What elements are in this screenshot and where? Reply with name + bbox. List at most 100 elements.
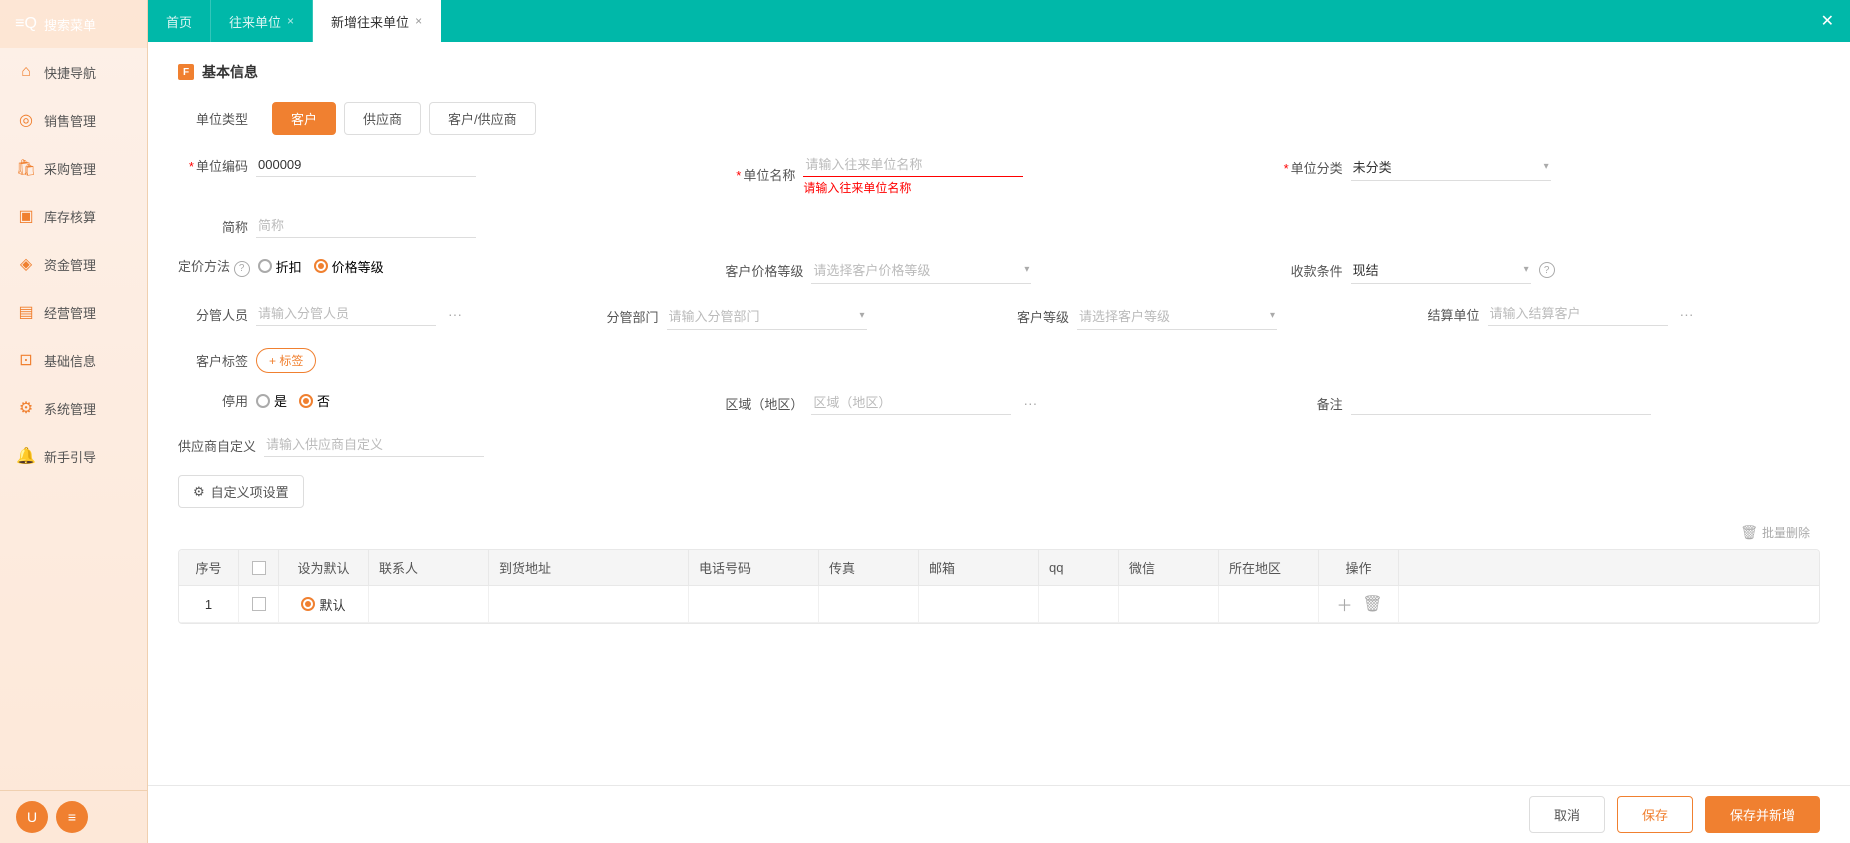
- sidebar: ≡Q 搜索菜单 ⌂ 快捷导航 ◎ 销售管理 🛍 采购管理 ▣ 库存核算 ◈ 资金…: [0, 0, 148, 843]
- custom-settings-button[interactable]: ⚙ 自定义项设置: [178, 475, 304, 508]
- tab-new-partner-close[interactable]: ×: [415, 14, 422, 28]
- tab-home[interactable]: 首页: [148, 0, 211, 42]
- row-region-input[interactable]: [1229, 597, 1308, 612]
- sidebar-item-label: 基础信息: [44, 351, 96, 370]
- tab-partners-label: 往来单位: [229, 12, 281, 31]
- sidebar-item-label: 新手引导: [44, 447, 96, 466]
- delete-row-icon[interactable]: 🗑: [1363, 594, 1383, 614]
- customer-level-select[interactable]: 请选择客户等级 ▾: [1077, 302, 1277, 330]
- th-check: [239, 550, 279, 585]
- phone-input[interactable]: [699, 597, 808, 612]
- qq-input[interactable]: [1049, 597, 1108, 612]
- department-placeholder: 请输入分管部门: [669, 306, 856, 325]
- contact-input[interactable]: [379, 597, 478, 612]
- sidebar-item-search-menu[interactable]: ≡Q 搜索菜单: [0, 0, 147, 48]
- unit-type-supplier[interactable]: 供应商: [344, 102, 421, 135]
- batch-delete-area: 🗑 批量删除: [178, 524, 1820, 549]
- chevron-down-icon2: ▾: [1024, 264, 1029, 275]
- batch-delete-label[interactable]: 批量删除: [1762, 524, 1810, 541]
- settlement-label: 结算单位: [1410, 305, 1480, 324]
- form-row-abbr: 简称: [178, 214, 1820, 238]
- td-default: 默认: [279, 586, 369, 622]
- region-more-icon[interactable]: ···: [1019, 395, 1041, 411]
- settlement-input[interactable]: [1488, 302, 1668, 326]
- sidebar-item-guide[interactable]: 🔔 新手引导: [0, 432, 147, 480]
- abbr-input[interactable]: [256, 214, 476, 238]
- unit-type-both[interactable]: 客户/供应商: [429, 102, 536, 135]
- pricing-discount-radio[interactable]: 折扣: [258, 257, 302, 276]
- default-label: 默认: [319, 595, 345, 614]
- header-checkbox[interactable]: [252, 561, 266, 575]
- pricing-help-icon[interactable]: ?: [234, 261, 250, 277]
- sidebar-item-purchase[interactable]: 🛍 采购管理: [0, 144, 147, 192]
- department-select[interactable]: 请输入分管部门 ▾: [667, 302, 867, 330]
- customer-price-label: 客户价格等级: [725, 261, 803, 280]
- address-input[interactable]: [499, 597, 678, 612]
- remark-input[interactable]: [1351, 391, 1651, 415]
- table-header: 序号 设为默认 联系人 到货地址 电话号码 传真 邮箱 qq 微信 所在地区 操…: [179, 550, 1819, 586]
- tab-partners-close[interactable]: ×: [287, 14, 294, 28]
- disable-group: 停用 是 否: [178, 391, 725, 410]
- customer-level-label: 客户等级: [999, 307, 1069, 326]
- save-new-button[interactable]: 保存并新增: [1705, 796, 1820, 833]
- sidebar-item-basic-info[interactable]: ⊡ 基础信息: [0, 336, 147, 384]
- add-row-icon[interactable]: ＋: [1335, 594, 1355, 614]
- payment-value: 现结: [1353, 260, 1520, 279]
- wechat-input[interactable]: [1129, 597, 1208, 612]
- pricing-label: 定价方法: [178, 259, 230, 274]
- sidebar-item-system[interactable]: ⚙ 系统管理: [0, 384, 147, 432]
- unit-category-select[interactable]: 未分类 ▾: [1351, 153, 1551, 181]
- main-area: 首页 往来单位 × 新增往来单位 × ✕ F 基本信息 单位类型 客户 供应商 …: [148, 0, 1850, 843]
- pricing-price-level-radio[interactable]: 价格等级: [314, 257, 384, 276]
- td-ops: ＋ 🗑: [1319, 586, 1399, 622]
- unit-name-input[interactable]: [803, 153, 1023, 177]
- th-wechat: 微信: [1119, 550, 1219, 585]
- unit-code-input[interactable]: [256, 153, 476, 177]
- tab-new-partner[interactable]: 新增往来单位 ×: [313, 0, 441, 42]
- region-input[interactable]: [811, 391, 1011, 415]
- email-input[interactable]: [929, 597, 1028, 612]
- sidebar-item-label: 经营管理: [44, 303, 96, 322]
- sidebar-item-sales[interactable]: ◎ 销售管理: [0, 96, 147, 144]
- disable-radio-group: 是 否: [256, 391, 330, 410]
- save-button[interactable]: 保存: [1617, 796, 1693, 833]
- user-avatar[interactable]: U: [16, 801, 48, 833]
- abbr-group: 简称: [178, 214, 1820, 238]
- section-title-icon: F: [178, 64, 194, 80]
- supplier-custom-input[interactable]: [264, 433, 484, 457]
- th-seq: 序号: [179, 550, 239, 585]
- unit-category-label: 单位分类: [1291, 161, 1343, 176]
- sidebar-item-inventory[interactable]: ▣ 库存核算: [0, 192, 147, 240]
- add-tag-button[interactable]: + 标签: [256, 348, 316, 373]
- sidebar-item-quick-nav[interactable]: ⌂ 快捷导航: [0, 48, 147, 96]
- cancel-button[interactable]: 取消: [1529, 796, 1605, 833]
- region-label: 区域（地区）: [725, 394, 803, 413]
- unit-type-customer[interactable]: 客户: [272, 102, 336, 135]
- settlement-more-icon[interactable]: ···: [1676, 306, 1698, 322]
- sidebar-item-label: 快捷导航: [44, 63, 96, 82]
- tab-partners[interactable]: 往来单位 ×: [211, 0, 313, 42]
- default-radio[interactable]: 默认: [301, 595, 345, 614]
- sidebar-item-operations[interactable]: ▤ 经营管理: [0, 288, 147, 336]
- row-checkbox[interactable]: [252, 597, 266, 611]
- disable-no-radio[interactable]: 否: [299, 391, 330, 410]
- disable-yes-radio[interactable]: 是: [256, 391, 287, 410]
- payment-select[interactable]: 现结 ▾: [1351, 256, 1531, 284]
- fax-input[interactable]: [829, 597, 908, 612]
- unit-code-group: *单位编码: [178, 153, 725, 177]
- sidebar-item-finance[interactable]: ◈ 资金管理: [0, 240, 147, 288]
- th-email: 邮箱: [919, 550, 1039, 585]
- th-fax: 传真: [819, 550, 919, 585]
- basic-info-icon: ⊡: [16, 350, 36, 370]
- window-close-button[interactable]: ✕: [1805, 0, 1850, 42]
- manager-more-icon[interactable]: ···: [444, 306, 466, 322]
- sidebar-extra-icon[interactable]: ≡: [56, 801, 88, 833]
- finance-icon: ◈: [16, 254, 36, 274]
- unit-category-group: *单位分类 未分类 ▾: [1273, 153, 1820, 181]
- supplier-custom-label: 供应商自定义: [178, 436, 256, 455]
- manager-input[interactable]: [256, 302, 436, 326]
- payment-help-icon[interactable]: ?: [1539, 262, 1555, 278]
- customer-price-select[interactable]: 请选择客户价格等级 ▾: [811, 256, 1031, 284]
- settlement-group: 结算单位 ···: [1410, 302, 1821, 326]
- disable-label: 停用: [178, 391, 248, 410]
